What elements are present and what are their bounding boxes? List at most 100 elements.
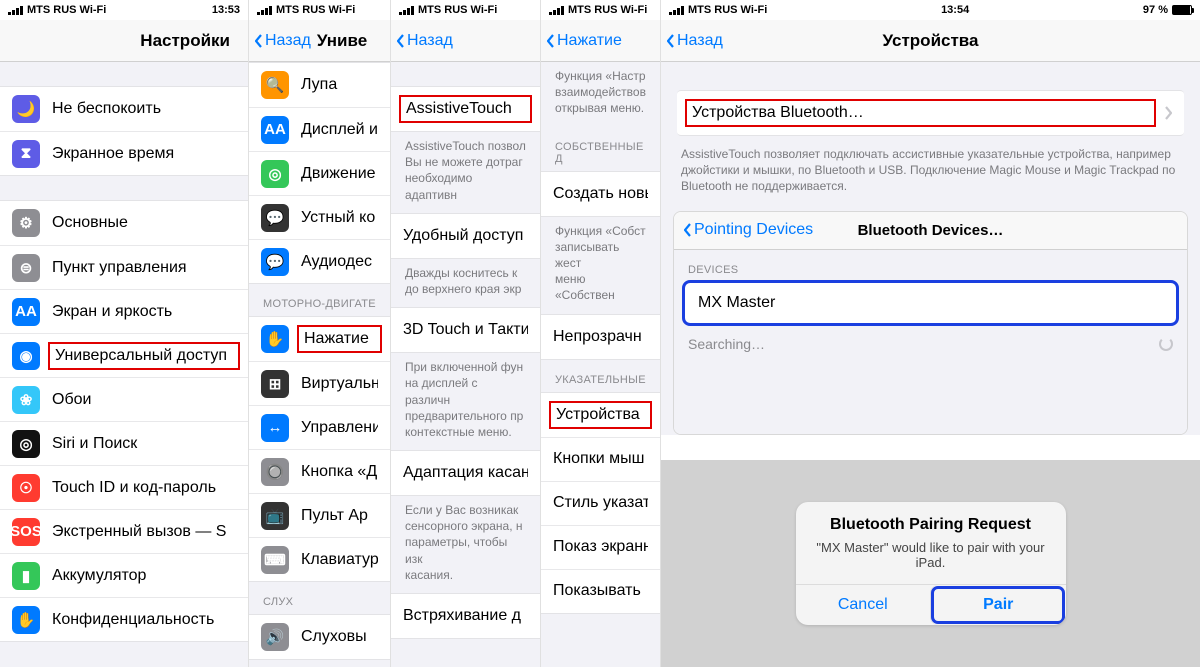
settings-row[interactable]: 🌙Не беспокоить [0,87,248,131]
row-icon: AA [261,116,289,144]
settings-row[interactable]: 📺 Пульт Ap [249,493,390,537]
row-label: Виртуальн [301,375,378,393]
carrier: MTS RUS Wi-Fi [568,4,647,16]
settings-row[interactable]: 💬Аудиодес [249,239,390,283]
settings-row[interactable]: ↔Управлени [249,405,390,449]
row-icon: ✋ [12,606,40,634]
row-opacity[interactable]: Непрозрачн [541,315,660,359]
row-icon: ⌨ [261,546,289,574]
row-shake[interactable]: Встряхивание д [391,594,540,638]
row-icon: ✋ [261,325,289,353]
settings-row[interactable]: ▮Аккумулятор [0,553,248,597]
settings-row[interactable]: 💬Устный ко [249,195,390,239]
footer-note: AssistiveTouch позвол Вы не можете дотра… [391,132,540,213]
back-button[interactable]: Нажатие [547,32,622,50]
settings-row[interactable]: ◎Siri и Поиск [0,421,248,465]
signal-icon [257,6,272,15]
settings-row[interactable]: ☉Touch ID и код-пароль [0,465,248,509]
status-bar: MTS RUS Wi-Fi 13:54 97 % [661,0,1200,20]
settings-row[interactable]: ✋Нажатие [249,317,390,361]
navbar-devices: Назад Устройства [661,20,1200,62]
row-icon: ◎ [12,430,40,458]
row-reachability[interactable]: Удобный доступ [391,214,540,258]
row-label: Управлени [301,419,378,437]
section-header: DEVICES [674,250,1187,282]
row-pointer-style[interactable]: Стиль указат [541,481,660,525]
pair-button[interactable]: Pair [930,585,1066,625]
signal-icon [549,6,564,15]
settings-row[interactable]: ◉ Универсальный доступ [0,333,248,377]
settings-row[interactable]: 🔘Кнопка «Д [249,449,390,493]
row-icon: ◉ [12,342,40,370]
footer-note: Функция «Настр взаимодействов открывая м… [541,62,660,127]
settings-row[interactable]: ⚙Основные [0,201,248,245]
settings-row[interactable]: ❀ Обои [0,377,248,421]
settings-row[interactable]: ⊞ Виртуальн [249,361,390,405]
row-label: Экстренный вызов — S [52,523,236,541]
section-header: СЛУХ [249,582,390,614]
row-icon: 🔍 [261,71,289,99]
row-icon: ▮ [12,562,40,590]
chevron-left-icon [255,34,263,48]
settings-row[interactable]: 🔊Слуховы [249,615,390,659]
settings-row[interactable]: 🔍 Лупа [249,63,390,107]
row-label: Обои [52,391,236,409]
page-title: Униве [311,31,384,51]
row-mouse-keys[interactable]: Кнопки мыш [541,437,660,481]
settings-row[interactable]: ⧗Экранное время [0,131,248,175]
signal-icon [669,6,684,15]
settings-row[interactable]: ✋ Конфиденциальность [0,597,248,641]
row-3dtouch[interactable]: 3D Touch и Такти [391,308,540,352]
chevron-left-icon [667,34,675,48]
row-touch-accommodations[interactable]: Адаптация касан [391,451,540,495]
chevron-left-icon [547,34,555,48]
row-devices[interactable]: Устройства [541,393,660,437]
alert-title: Bluetooth Pairing Request [796,502,1066,534]
settings-row[interactable]: SOS Экстренный вызов — S [0,509,248,553]
row-bluetooth-devices[interactable]: Устройства Bluetooth… [677,91,1184,135]
row-icon: ⧗ [12,140,40,168]
row-label: Основные [52,214,236,232]
footer-note: Если у Вас возникак сенсорного экрана, н… [391,496,540,593]
row-label: Лупа [301,76,378,94]
row-show-onscreen[interactable]: Показ экранн [541,525,660,569]
searching-row: Searching… [674,324,1187,364]
section-header: МОТОРНО-ДВИГАТЕ [249,284,390,316]
row-label: Универсальный доступ [52,346,236,366]
settings-row[interactable]: AAЭкран и яркость [0,289,248,333]
settings-row[interactable]: AAДисплей и [249,107,390,151]
status-bar: MTS RUS Wi-Fi [541,0,660,20]
row-icon: 💬 [261,204,289,232]
device-row-mx-master[interactable]: MX Master [684,282,1177,324]
page-title: Настройки [6,31,242,51]
row-label: Клавиатур [301,551,378,569]
status-bar: MTS RUS Wi-Fi [391,0,540,20]
row-label: Конфиденциальность [52,611,236,629]
alert-message: "MX Master" would like to pair with your… [796,534,1066,584]
spinner-icon [1159,337,1173,351]
back-button[interactable]: Назад [667,32,723,50]
row-icon: AA [12,298,40,326]
row-label: Не беспокоить [52,100,236,118]
page-title: Устройства [661,31,1200,51]
row-icon: ❀ [12,386,40,414]
cancel-button[interactable]: Cancel [796,585,931,625]
row-assistivetouch[interactable]: AssistiveTouch [391,87,540,131]
back-button[interactable]: Назад [255,32,311,50]
row-label: Touch ID и код-пароль [52,479,236,497]
icon: 🔊 [261,623,289,651]
row-icon: SOS [12,518,40,546]
row-label: Пульт Ap [301,507,378,525]
settings-row[interactable]: ⌨ Клавиатур [249,537,390,581]
row-icon: ⊞ [261,370,289,398]
carrier: MTS RUS Wi-Fi [688,4,767,16]
footer-note: При включенной фун на дисплей с различн … [391,353,540,450]
settings-row[interactable]: ⊜Пункт управления [0,245,248,289]
sub-navbar: Pointing Devices Bluetooth Devices… [674,212,1187,250]
back-button[interactable]: Назад [397,32,453,50]
row-icon: 📺 [261,502,289,530]
settings-row[interactable]: ◎Движение [249,151,390,195]
row-create-gesture[interactable]: Создать новь [541,172,660,216]
row-always-show[interactable]: Показывать [541,569,660,613]
navbar-assistivetouch: Нажатие [541,20,660,62]
